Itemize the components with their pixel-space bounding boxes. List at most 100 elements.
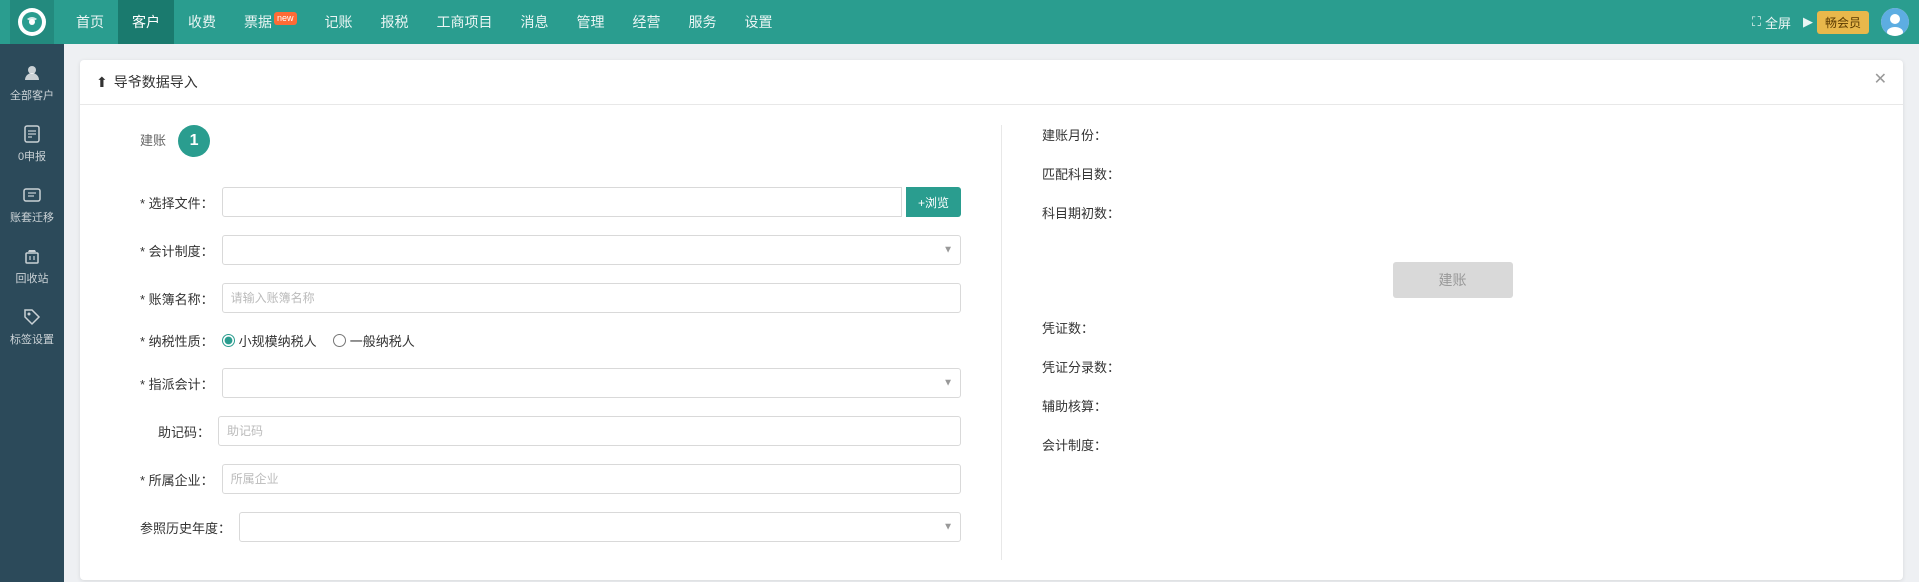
radio-general-input[interactable]	[333, 334, 346, 347]
reference-year-select[interactable]	[239, 512, 961, 542]
match-subject-label: 匹配科目数：	[1042, 164, 1122, 183]
form-left: 建账 1 * 选择文件： +浏览 * 会计制度：	[80, 125, 1002, 560]
nav-item-tax[interactable]: 报税	[367, 0, 423, 44]
sidebar-item-tags[interactable]: 标签设置	[0, 296, 64, 357]
voucher-entries-label: 凭证分录数：	[1042, 357, 1122, 376]
ledger-name-row: * 账簿名称：	[140, 283, 961, 313]
sidebar-item-declaration[interactable]: 0申报	[0, 113, 64, 174]
panel-header: ⬆ 导爷数据导入	[80, 60, 1903, 105]
nav-item-home[interactable]: 首页	[62, 0, 118, 44]
build-month-row: 建账月份：	[1042, 125, 1863, 144]
import-panel: ⬆ 导爷数据导入 ✕ 建账 1 * 选择文件： +浏览	[80, 60, 1903, 580]
upload-icon: ⬆	[96, 74, 108, 91]
ledger-name-input[interactable]	[222, 283, 961, 313]
nav-item-service[interactable]: 服务	[675, 0, 731, 44]
voucher-count-label: 凭证数：	[1042, 318, 1122, 337]
match-subject-row: 匹配科目数：	[1042, 164, 1863, 183]
reference-year-row: 参照历史年度： ▼	[140, 512, 961, 542]
radio-general-tax[interactable]: 一般纳税人	[333, 331, 415, 350]
assigned-accountant-row: * 指派会计： ▼	[140, 368, 961, 398]
radio-small-label: 小规模纳税人	[239, 331, 317, 350]
sidebar-item-migration[interactable]: 账套迁移	[0, 174, 64, 235]
radio-group: 小规模纳税人 一般纳税人	[222, 331, 961, 350]
sidebar-label-migration: 账套迁移	[10, 209, 54, 225]
memo-code-label: 助记码：	[140, 422, 210, 441]
subject-initial-row: 科目期初数：	[1042, 203, 1863, 222]
user-icon	[21, 62, 43, 84]
affiliated-company-label: * 所属企业：	[140, 470, 214, 489]
tax-type-row: * 纳税性质： 小规模纳税人 一般纳税人	[140, 331, 961, 350]
build-account-button[interactable]: 建账	[1393, 262, 1513, 298]
step-label: 建账	[140, 125, 166, 157]
nav-items: 首页 客户 收费 票据new 记账 报税 工商项目 消息 管理 经营 服务 设置	[62, 0, 1752, 44]
reference-year-select-wrapper: ▼	[239, 512, 961, 542]
accounting-system-row: * 会计制度： ▼	[140, 235, 961, 265]
memo-code-row: 助记码：	[140, 416, 961, 446]
file-input-group: +浏览	[222, 187, 961, 217]
right-accounting-system-label: 会计制度：	[1042, 435, 1122, 454]
nav-item-operation[interactable]: 经营	[619, 0, 675, 44]
accounting-system-label: * 会计制度：	[140, 241, 214, 260]
declaration-icon	[21, 123, 43, 145]
radio-general-label: 一般纳税人	[350, 331, 415, 350]
memo-code-input[interactable]	[218, 416, 961, 446]
sidebar-label-all-clients: 全部客户	[10, 87, 54, 103]
nav-item-business[interactable]: 工商项目	[423, 0, 507, 44]
accounting-system-select[interactable]	[222, 235, 961, 265]
assigned-accountant-select[interactable]	[222, 368, 961, 398]
affiliated-company-row: * 所属企业：	[140, 464, 961, 494]
step-circle: 1	[178, 125, 210, 157]
nav-item-message[interactable]: 消息	[507, 0, 563, 44]
user-avatar[interactable]	[1881, 8, 1909, 36]
tax-type-label: * 纳税性质：	[140, 331, 214, 350]
main-content: ⬆ 导爷数据导入 ✕ 建账 1 * 选择文件： +浏览	[64, 44, 1919, 582]
nav-item-client[interactable]: 客户	[118, 0, 174, 44]
browse-button[interactable]: +浏览	[906, 187, 961, 217]
affiliated-company-input[interactable]	[222, 464, 961, 494]
sidebar-item-all-clients[interactable]: 全部客户	[0, 52, 64, 113]
logo	[10, 0, 54, 44]
radio-small-input[interactable]	[222, 334, 235, 347]
select-file-row: * 选择文件： +浏览	[140, 187, 961, 217]
close-button[interactable]: ✕	[1874, 72, 1887, 88]
select-file-label: * 选择文件：	[140, 193, 214, 212]
nav-item-settings[interactable]: 设置	[731, 0, 787, 44]
nav-item-bookkeeping[interactable]: 记账	[311, 0, 367, 44]
tag-icon	[21, 306, 43, 328]
assigned-accountant-label: * 指派会计：	[140, 374, 214, 393]
file-text-input[interactable]	[222, 187, 902, 217]
sidebar-label-declaration: 0申报	[18, 148, 46, 164]
migration-icon	[21, 184, 43, 206]
voucher-entries-row: 凭证分录数：	[1042, 357, 1863, 376]
radio-small-tax[interactable]: 小规模纳税人	[222, 331, 317, 350]
subject-initial-label: 科目期初数：	[1042, 203, 1122, 222]
panel-title: 导爷数据导入	[114, 72, 198, 92]
ledger-name-label: * 账簿名称：	[140, 289, 214, 308]
main-layout: 全部客户 0申报 账套迁移	[0, 44, 1919, 582]
sidebar: 全部客户 0申报 账套迁移	[0, 44, 64, 582]
sidebar-label-tags: 标签设置	[10, 331, 54, 347]
trash-icon	[21, 245, 43, 267]
sidebar-item-recycle[interactable]: 回收站	[0, 235, 64, 296]
right-accounting-system-row: 会计制度：	[1042, 435, 1863, 454]
fullscreen-icon: ⛶	[1752, 14, 1761, 30]
form-right: 建账月份： 匹配科目数： 科目期初数： 建账 凭证数：	[1002, 125, 1903, 560]
nav-item-manage[interactable]: 管理	[563, 0, 619, 44]
form-container: 建账 1 * 选择文件： +浏览 * 会计制度：	[80, 105, 1903, 580]
nav-item-invoice[interactable]: 票据new	[230, 0, 311, 44]
auxiliary-label: 辅助核算：	[1042, 396, 1122, 415]
nav-right: ⛶ 全屏 ▶ 畅会员	[1752, 8, 1909, 36]
top-navigation: 首页 客户 收费 票据new 记账 报税 工商项目 消息 管理 经营 服务 设置…	[0, 0, 1919, 44]
voucher-count-row: 凭证数：	[1042, 318, 1863, 337]
build-month-label: 建账月份：	[1042, 125, 1122, 144]
logo-icon	[18, 8, 46, 36]
play-icon: ▶	[1803, 14, 1813, 30]
fullscreen-btn[interactable]: ⛶ 全屏	[1752, 13, 1791, 32]
reference-year-label: 参照历史年度：	[140, 518, 231, 537]
vip-button[interactable]: ▶ 畅会员	[1803, 11, 1869, 34]
accounting-system-select-wrapper: ▼	[222, 235, 961, 265]
nav-item-fee[interactable]: 收费	[174, 0, 230, 44]
new-badge: new	[274, 12, 297, 25]
assigned-accountant-select-wrapper: ▼	[222, 368, 961, 398]
step-area: 建账 1	[140, 125, 961, 157]
